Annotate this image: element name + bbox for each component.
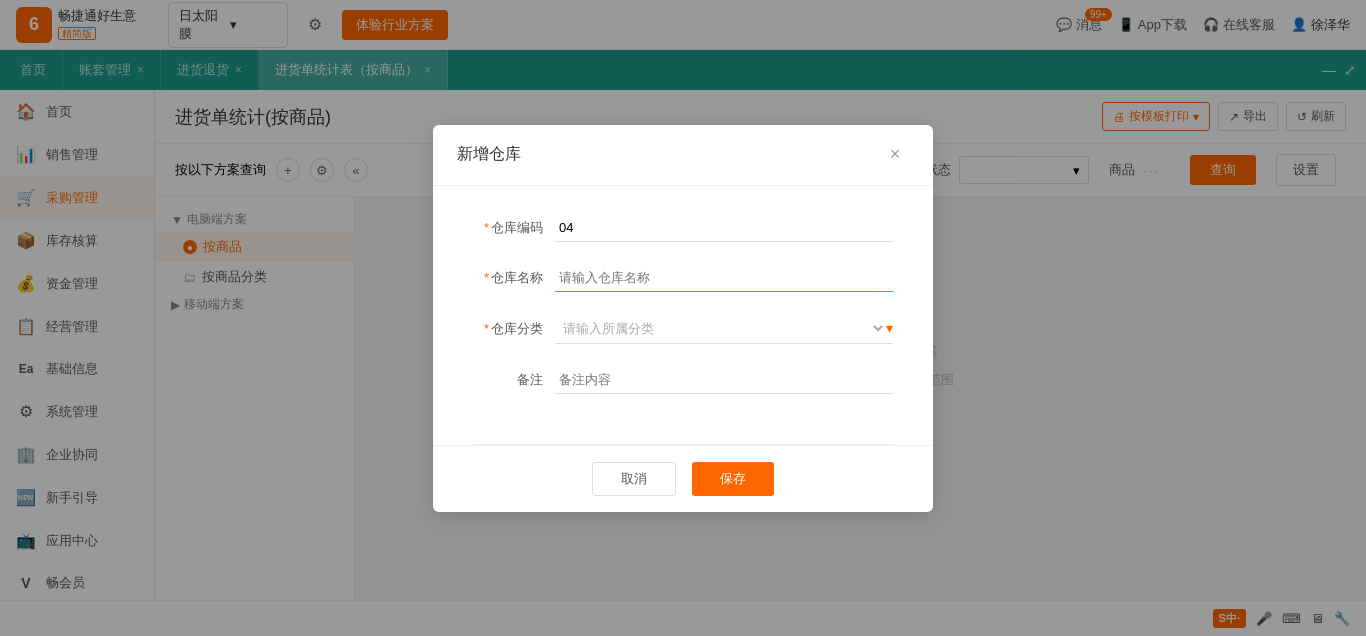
name-input[interactable] bbox=[555, 264, 893, 292]
modal-body: 仓库编码 仓库名称 仓库分类 请输入所属分类 ▾ 备注 bbox=[433, 186, 933, 444]
cancel-button[interactable]: 取消 bbox=[592, 462, 676, 496]
note-input[interactable] bbox=[555, 366, 893, 394]
new-warehouse-modal: 新增仓库 × 仓库编码 仓库名称 仓库分类 请输入所属分类 bbox=[433, 125, 933, 512]
form-row-name: 仓库名称 bbox=[473, 264, 893, 292]
modal-close-button[interactable]: × bbox=[881, 141, 909, 169]
category-chevron-icon: ▾ bbox=[886, 320, 893, 336]
category-select[interactable]: 请输入所属分类 bbox=[555, 314, 886, 343]
modal-header: 新增仓库 × bbox=[433, 125, 933, 186]
modal-footer: 取消 保存 bbox=[433, 445, 933, 512]
modal-overlay[interactable]: 新增仓库 × 仓库编码 仓库名称 仓库分类 请输入所属分类 bbox=[0, 0, 1366, 636]
form-row-category: 仓库分类 请输入所属分类 ▾ bbox=[473, 314, 893, 344]
modal-title: 新增仓库 bbox=[457, 144, 521, 165]
save-button[interactable]: 保存 bbox=[692, 462, 774, 496]
code-input[interactable] bbox=[555, 214, 893, 242]
form-row-note: 备注 bbox=[473, 366, 893, 394]
code-label: 仓库编码 bbox=[473, 219, 543, 237]
note-label: 备注 bbox=[473, 371, 543, 389]
category-label: 仓库分类 bbox=[473, 320, 543, 338]
name-label: 仓库名称 bbox=[473, 269, 543, 287]
category-select-wrapper[interactable]: 请输入所属分类 ▾ bbox=[555, 314, 893, 344]
form-row-code: 仓库编码 bbox=[473, 214, 893, 242]
